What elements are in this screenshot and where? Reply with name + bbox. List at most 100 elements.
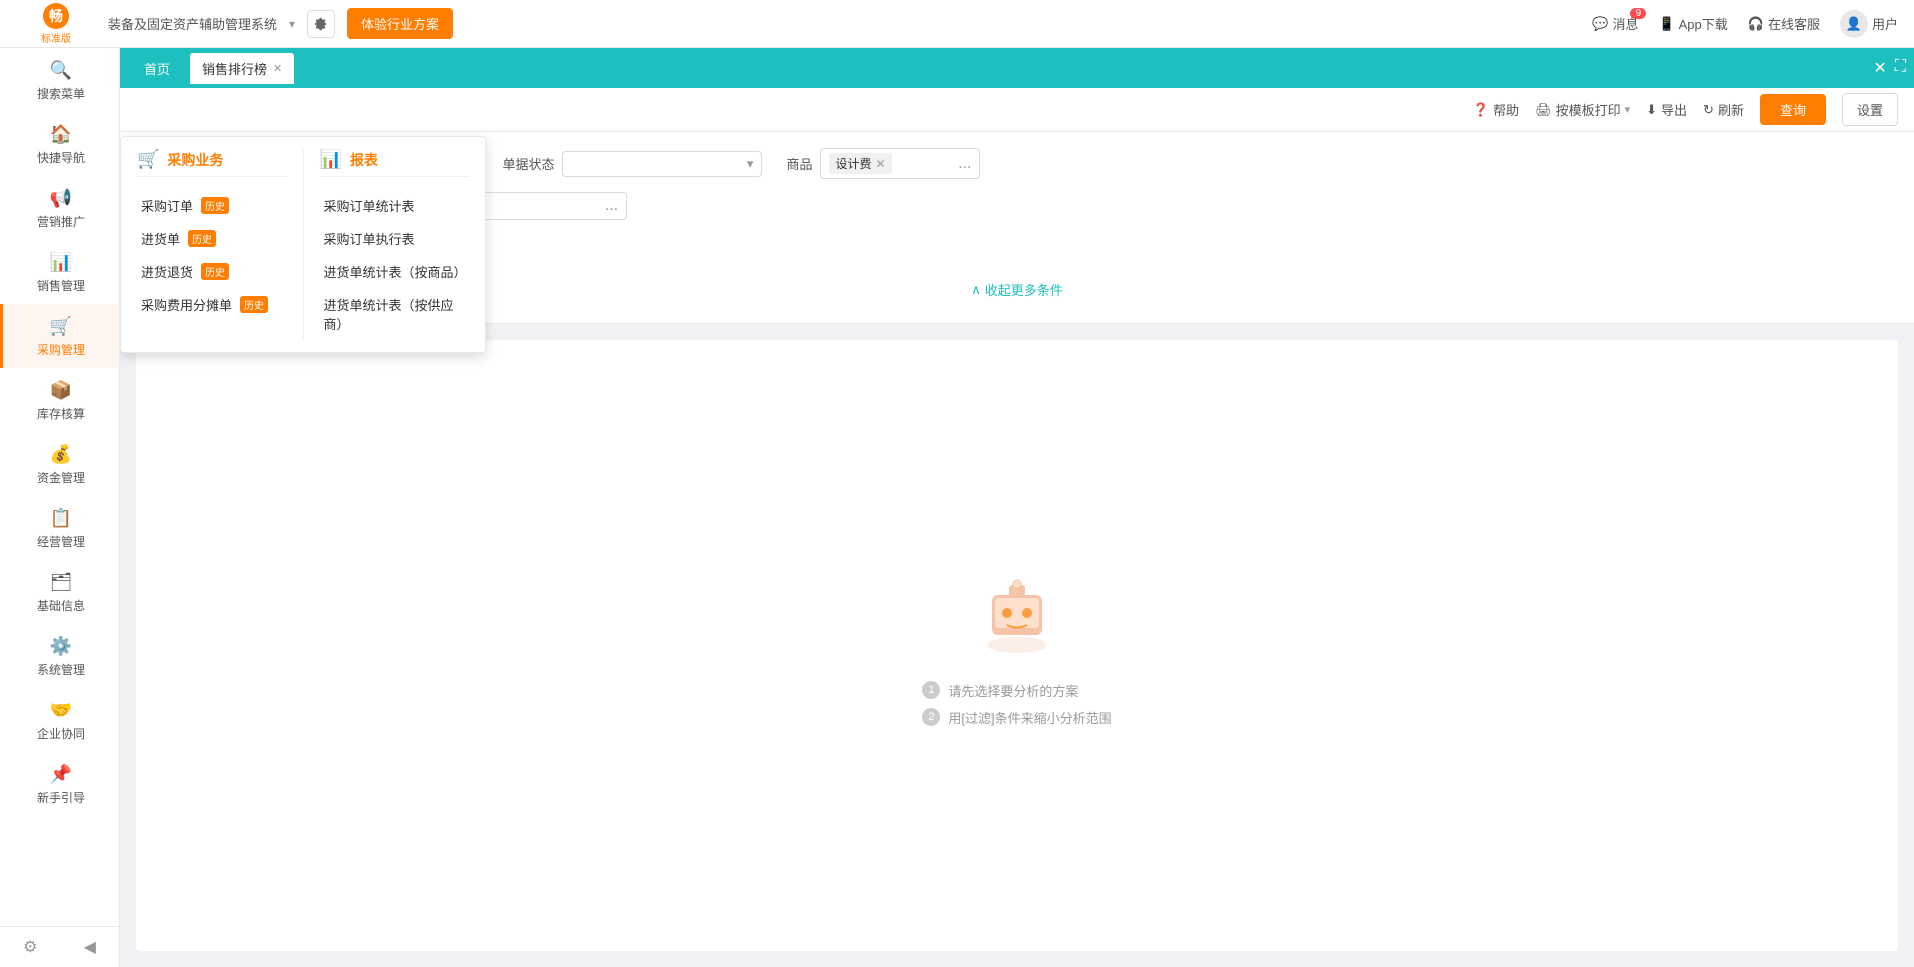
export-btn[interactable]: ⬇ 导出: [1646, 100, 1687, 119]
tab-sales-rank[interactable]: 销售排行榜 ✕: [190, 53, 294, 84]
sidebar-item-label-basic-info: 基础信息: [37, 597, 85, 614]
sidebar-item-label-search: 搜索菜单: [37, 85, 85, 102]
tab-bar-close-btn[interactable]: ✕: [1873, 58, 1886, 78]
salesman-dots[interactable]: ...: [605, 197, 618, 215]
goods-tag[interactable]: 设计费 ✕: [829, 153, 891, 174]
history-badge-3: 历史: [240, 296, 268, 313]
sidebar-item-quick-nav[interactable]: 🏠 快捷导航: [0, 112, 119, 176]
print-chevron-icon[interactable]: ▾: [1625, 103, 1631, 116]
history-badge-0: 历史: [201, 197, 229, 214]
logo-icon: 畅: [40, 2, 72, 30]
dropdown-item-order-exec[interactable]: 采购订单执行表: [320, 222, 470, 255]
help-label: 帮助: [1493, 100, 1519, 119]
home-icon: 🏠: [50, 124, 72, 145]
sidebar-item-operation[interactable]: 📋 经营管理: [0, 496, 119, 560]
dropdown-item-order-stats[interactable]: 采购订单统计表: [320, 189, 470, 222]
marketing-icon: 📢: [50, 188, 72, 209]
dropdown-purchase-title: 采购业务: [167, 150, 223, 170]
system-chevron-icon[interactable]: ▾: [289, 17, 295, 31]
dropdown-cost-label: 采购费用分摊单: [141, 295, 232, 314]
avatar-text: 👤: [1846, 16, 1862, 32]
dropdown-item-return[interactable]: 进货退货 历史: [137, 255, 287, 288]
sidebar-collapse-btn[interactable]: ◀: [84, 937, 96, 957]
empty-state: 1 请先选择要分析的方案 2 用[过滤]条件来缩小分析范围: [136, 340, 1898, 951]
finance-icon: 💰: [50, 444, 72, 465]
dropdown-order-exec-label: 采购订单执行表: [324, 229, 415, 248]
headset-icon: 🎧: [1748, 16, 1764, 32]
industry-button[interactable]: 体验行业方案: [347, 8, 453, 39]
app-download-item[interactable]: 📱 App下载: [1658, 14, 1727, 33]
sidebar-item-label-quick-nav: 快捷导航: [37, 149, 85, 166]
sidebar-item-system[interactable]: ⚙️ 系统管理: [0, 624, 119, 688]
sidebar: 🔍 搜索菜单 🏠 快捷导航 📢 营销推广 📊 销售管理 🛒 采购管理 📦 库存核…: [0, 48, 120, 967]
empty-illustration: [957, 565, 1077, 665]
tab-bar: 首页 销售排行榜 ✕ ✕ ⛶: [120, 48, 1914, 88]
doc-status-select[interactable]: ▾: [562, 151, 762, 177]
avatar: 👤: [1840, 10, 1868, 38]
empty-tip-2: 2 用[过滤]条件来缩小分析范围: [922, 708, 1111, 727]
empty-svg: [957, 565, 1077, 665]
refresh-label: 刷新: [1718, 100, 1744, 119]
goods-label: 商品: [786, 154, 812, 173]
tab-bar-right: ✕ ⛶: [1873, 58, 1906, 78]
goods-selector[interactable]: 设计费 ✕ ...: [820, 148, 980, 179]
query-button[interactable]: 查询: [1760, 94, 1826, 125]
online-service-label: 在线客服: [1768, 14, 1820, 33]
dropdown-incoming-label: 进货单: [141, 229, 180, 248]
dropdown-item-incoming-stats-supplier[interactable]: 进货单统计表（按供应商）: [320, 288, 470, 340]
message-item[interactable]: 💬 消息 9: [1592, 14, 1638, 33]
goods-tag-text: 设计费: [835, 155, 871, 172]
system-icon: ⚙️: [50, 636, 72, 657]
enterprise-icon: 🤝: [50, 700, 72, 721]
online-service-item[interactable]: 🎧 在线客服: [1748, 14, 1820, 33]
sidebar-item-label-sales: 销售管理: [37, 277, 85, 294]
dropdown-item-incoming[interactable]: 进货单 历史: [137, 222, 287, 255]
sidebar-item-label-enterprise: 企业协同: [37, 725, 85, 742]
goods-dots[interactable]: ...: [958, 155, 971, 173]
gear-icon: [314, 17, 328, 31]
export-icon: ⬇: [1646, 102, 1657, 118]
salesman-selector[interactable]: ...: [467, 192, 627, 220]
dropdown-menu: 🛒 采购业务 采购订单 历史 进货单 历史 进货退货 历史 采购费用分摊单: [120, 136, 486, 353]
sales-icon: 📊: [50, 252, 72, 273]
topbar-right: 💬 消息 9 📱 App下载 🎧 在线客服 👤 用户: [1592, 10, 1898, 38]
setting-button[interactable]: 设置: [1842, 93, 1898, 126]
gear-button[interactable]: [307, 10, 335, 38]
dropdown-purchase-col: 🛒 采购业务 采购订单 历史 进货单 历史 进货退货 历史 采购费用分摊单: [121, 149, 303, 340]
print-icon: 🖨: [1535, 102, 1552, 118]
message-badge: 9: [1630, 8, 1646, 19]
sidebar-settings-btn[interactable]: ⚙: [23, 937, 37, 957]
goods-tag-close-icon[interactable]: ✕: [875, 157, 885, 171]
sidebar-item-sales[interactable]: 📊 销售管理: [0, 240, 119, 304]
history-badge-1: 历史: [188, 230, 216, 247]
filter-goods: 商品 设计费 ✕ ...: [786, 148, 980, 179]
tab-close-icon[interactable]: ✕: [273, 62, 282, 75]
refresh-btn[interactable]: ↻ 刷新: [1703, 100, 1744, 119]
sidebar-item-basic-info[interactable]: 🗂 基础信息: [0, 560, 119, 624]
dropdown-incoming-stats-supplier-label: 进货单统计表（按供应商）: [324, 295, 466, 333]
dropdown-incoming-stats-goods-label: 进货单统计表（按商品）: [324, 262, 466, 281]
main-layout: 🔍 搜索菜单 🏠 快捷导航 📢 营销推广 📊 销售管理 🛒 采购管理 📦 库存核…: [0, 48, 1914, 967]
message-icon: 💬: [1592, 16, 1608, 32]
dropdown-item-cost[interactable]: 采购费用分摊单 历史: [137, 288, 287, 321]
sidebar-item-guide[interactable]: 📌 新手引导: [0, 752, 119, 816]
sidebar-item-purchase[interactable]: 🛒 采购管理: [0, 304, 119, 368]
user-label: 用户: [1872, 14, 1898, 33]
dropdown-item-incoming-stats-goods[interactable]: 进货单统计表（按商品）: [320, 255, 470, 288]
sidebar-item-enterprise[interactable]: 🤝 企业协同: [0, 688, 119, 752]
tab-home[interactable]: 首页: [128, 53, 186, 84]
sidebar-item-search[interactable]: 🔍 搜索菜单: [0, 48, 119, 112]
logo: 畅 标准版: [16, 2, 96, 45]
sidebar-item-inventory[interactable]: 📦 库存核算: [0, 368, 119, 432]
user-item[interactable]: 👤 用户: [1840, 10, 1898, 38]
inventory-icon: 📦: [50, 380, 72, 401]
dropdown-order-stats-label: 采购订单统计表: [324, 196, 415, 215]
toolbar: ❓ 帮助 🖨 按模板打印 ▾ ⬇ 导出 ↻ 刷新 查询 设置: [120, 88, 1914, 132]
tab-bar-expand-btn[interactable]: ⛶: [1895, 58, 1906, 78]
sidebar-item-finance[interactable]: 💰 资金管理: [0, 432, 119, 496]
dropdown-item-purchase-order[interactable]: 采购订单 历史: [137, 189, 287, 222]
print-btn[interactable]: 🖨 按模板打印 ▾: [1535, 100, 1630, 119]
sidebar-item-marketing[interactable]: 📢 营销推广: [0, 176, 119, 240]
help-btn[interactable]: ❓ 帮助: [1473, 100, 1519, 119]
collapse-up-icon: ∧: [971, 282, 981, 298]
